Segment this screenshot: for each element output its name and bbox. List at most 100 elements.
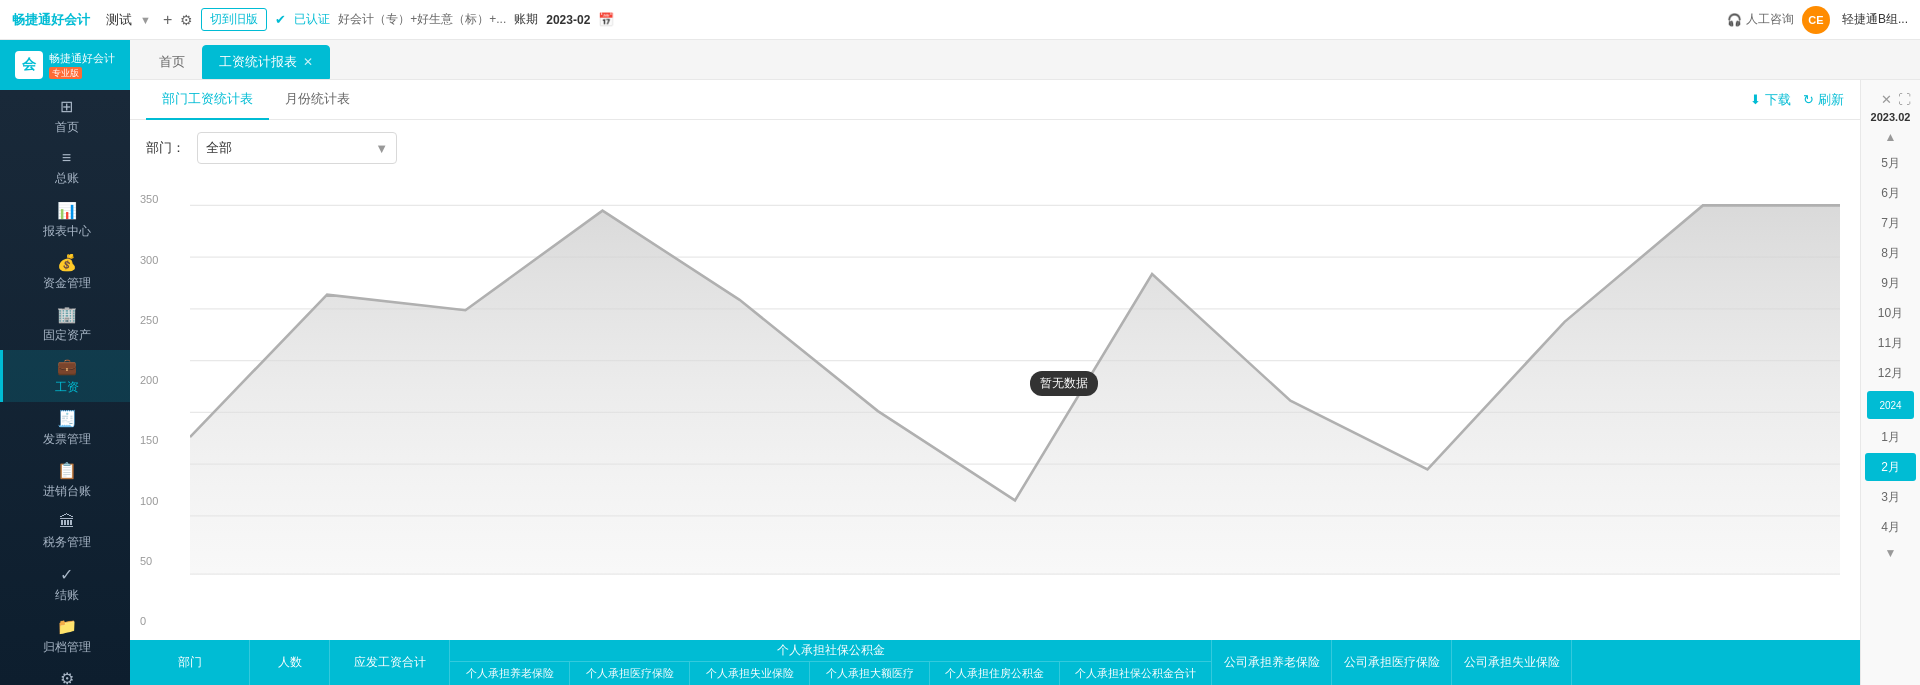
sidebar-logo: 会 畅捷通好会计 专业版 [0, 40, 130, 90]
sidebar: 会 畅捷通好会计 专业版 ⊞ 首页 ≡ 总账 📊 报表中心 💰 资金管理 [0, 40, 130, 685]
download-btn[interactable]: ⬇ 下载 [1750, 91, 1791, 109]
sub-content: 部门工资统计表 月份统计表 ⬇ 下载 ↻ 刷新 [130, 80, 1920, 685]
certified-icon: ✔ [275, 12, 286, 27]
sidebar-item-funds-label: 资金管理 [43, 275, 91, 292]
sidebar-item-assets-label: 固定资产 [43, 327, 91, 344]
month-11[interactable]: 11月 [1865, 329, 1916, 357]
sidebar-item-sales-label: 进销台账 [43, 483, 91, 500]
month-4[interactable]: 4月 [1865, 513, 1916, 541]
sidebar-item-settle-label: 结账 [55, 587, 79, 604]
right-panel-top: ✕ ⛶ 2023.02 ▲ 5月 6月 7月 8月 9月 10月 11月 12月… [1861, 80, 1920, 571]
col-company-medical: 公司承担医疗保险 [1332, 640, 1452, 685]
sales-icon: 📋 [57, 461, 77, 480]
period-value: 2023-02 [546, 13, 590, 27]
sub-col-personal-unemployment: 个人承担失业保险 [690, 662, 810, 685]
sub-tab-monthly-label: 月份统计表 [285, 90, 350, 108]
sub-tab-dept-label: 部门工资统计表 [162, 90, 253, 108]
switch-button[interactable]: 切到旧版 [201, 8, 267, 31]
chart-container: 350 300 250 200 150 100 50 0 [130, 176, 1860, 640]
sub-col-personal-medical: 个人承担医疗保险 [570, 662, 690, 685]
sidebar-item-invoice[interactable]: 🧾 发票管理 [0, 402, 130, 454]
month-12[interactable]: 12月 [1865, 359, 1916, 387]
refresh-icon: ↻ [1803, 92, 1814, 107]
month-1[interactable]: 1月 [1865, 423, 1916, 451]
user-service-btn[interactable]: 🎧 人工咨询 [1727, 11, 1794, 28]
group-personal-social-label: 个人承担社保公积金 [450, 640, 1212, 662]
dropdown-arrow-icon[interactable]: ▼ [140, 14, 151, 26]
sidebar-item-salary[interactable]: 💼 工资 [0, 350, 130, 402]
month-7[interactable]: 7月 [1865, 209, 1916, 237]
funds-icon: 💰 [57, 253, 77, 272]
col-company-unemployment: 公司承担失业保险 [1452, 640, 1572, 685]
archive-icon: 📁 [57, 617, 77, 636]
sidebar-item-salary-label: 工资 [55, 379, 79, 396]
expand-panel-icon[interactable]: ⛶ [1895, 92, 1914, 107]
group-personal-social: 个人承担社保公积金 个人承担养老保险 个人承担医疗保险 个人承担失业保险 个人承… [450, 640, 1212, 685]
sidebar-item-ledger[interactable]: ≡ 总账 [0, 142, 130, 194]
sub-col-personal-housing-fund: 个人承担住房公积金 [930, 662, 1060, 685]
sidebar-item-home[interactable]: ⊞ 首页 [0, 90, 130, 142]
app-name: 畅捷通好会计 [49, 51, 115, 65]
sidebar-item-settings[interactable]: ⚙ 设置 [0, 662, 130, 685]
filter-bar: 部门： 全部 ▼ [130, 120, 1860, 176]
add-icon[interactable]: + [163, 11, 172, 29]
dept-filter-label: 部门： [146, 139, 185, 157]
sidebar-item-reports[interactable]: 📊 报表中心 [0, 194, 130, 246]
home-icon: ⊞ [60, 97, 73, 116]
sub-col-personal-major-medical: 个人承担大额医疗 [810, 662, 930, 685]
sidebar-item-settle[interactable]: ✓ 结账 [0, 558, 130, 610]
group-personal-social-bottom: 个人承担养老保险 个人承担医疗保险 个人承担失业保险 个人承担大额医疗 个人承担… [450, 662, 1212, 685]
sub-tab-actions: ⬇ 下载 ↻ 刷新 [1750, 91, 1844, 109]
certified-label: 已认证 [294, 11, 330, 28]
download-icon: ⬇ [1750, 92, 1761, 107]
y-label-100: 100 [140, 495, 158, 507]
username-label[interactable]: 轻捷通B组... [1842, 11, 1908, 28]
col-company-medical-label: 公司承担医疗保险 [1344, 654, 1440, 671]
month-6[interactable]: 6月 [1865, 179, 1916, 207]
sub-tab-dept[interactable]: 部门工资统计表 [146, 80, 269, 120]
sidebar-item-funds[interactable]: 💰 资金管理 [0, 246, 130, 298]
col-headcount: 人数 [250, 640, 330, 685]
refresh-btn[interactable]: ↻ 刷新 [1803, 91, 1844, 109]
headset-icon: 🎧 [1727, 13, 1742, 27]
period-label: 账期 [514, 11, 538, 28]
nav-up-arrow[interactable]: ▲ [1865, 127, 1916, 147]
sidebar-item-assets[interactable]: 🏢 固定资产 [0, 298, 130, 350]
year-2024-badge: 2024 [1867, 391, 1914, 419]
y-label-150: 150 [140, 434, 158, 446]
month-10[interactable]: 10月 [1865, 299, 1916, 327]
reports-icon: 📊 [57, 201, 77, 220]
chart-tooltip: 暂无数据 [1030, 371, 1098, 396]
avatar: CE [1802, 6, 1830, 34]
tab-salary-report[interactable]: 工资统计报表 ✕ [202, 45, 330, 79]
month-2-active[interactable]: 2月 [1865, 453, 1916, 481]
y-label-0: 0 [140, 615, 146, 627]
tab-home[interactable]: 首页 [142, 45, 202, 79]
settings-nav-icon: ⚙ [60, 669, 74, 686]
col-company-pension-label: 公司承担养老保险 [1224, 654, 1320, 671]
sub-tab-monthly[interactable]: 月份统计表 [269, 80, 366, 120]
settle-icon: ✓ [60, 565, 73, 584]
sidebar-item-tax[interactable]: 🏛 税务管理 [0, 506, 130, 558]
tax-icon: 🏛 [59, 513, 75, 531]
sub-col-personal-total: 个人承担社保公积金合计 [1060, 662, 1212, 685]
sidebar-item-reports-label: 报表中心 [43, 223, 91, 240]
month-8[interactable]: 8月 [1865, 239, 1916, 267]
sidebar-item-sales[interactable]: 📋 进销台账 [0, 454, 130, 506]
dept-select[interactable]: 全部 ▼ [197, 132, 397, 164]
refresh-label: 刷新 [1818, 91, 1844, 109]
month-3[interactable]: 3月 [1865, 483, 1916, 511]
month-9[interactable]: 9月 [1865, 269, 1916, 297]
tab-close-icon[interactable]: ✕ [303, 55, 313, 69]
top-header: 畅捷通好会计 测试 ▼ + ⚙ 切到旧版 ✔ 已认证 好会计（专）+好生意（标）… [0, 0, 1920, 40]
close-panel-icon[interactable]: ✕ [1878, 92, 1895, 107]
settings-icon[interactable]: ⚙ [180, 12, 193, 28]
sidebar-item-archive[interactable]: 📁 归档管理 [0, 610, 130, 662]
calendar-icon[interactable]: 📅 [598, 12, 614, 27]
col-total-salary: 应发工资合计 [330, 640, 450, 685]
y-label-50: 50 [140, 555, 152, 567]
main-panel: 部门工资统计表 月份统计表 ⬇ 下载 ↻ 刷新 [130, 80, 1860, 685]
invoice-icon: 🧾 [57, 409, 77, 428]
nav-down-arrow[interactable]: ▼ [1865, 543, 1916, 563]
month-5[interactable]: 5月 [1865, 149, 1916, 177]
